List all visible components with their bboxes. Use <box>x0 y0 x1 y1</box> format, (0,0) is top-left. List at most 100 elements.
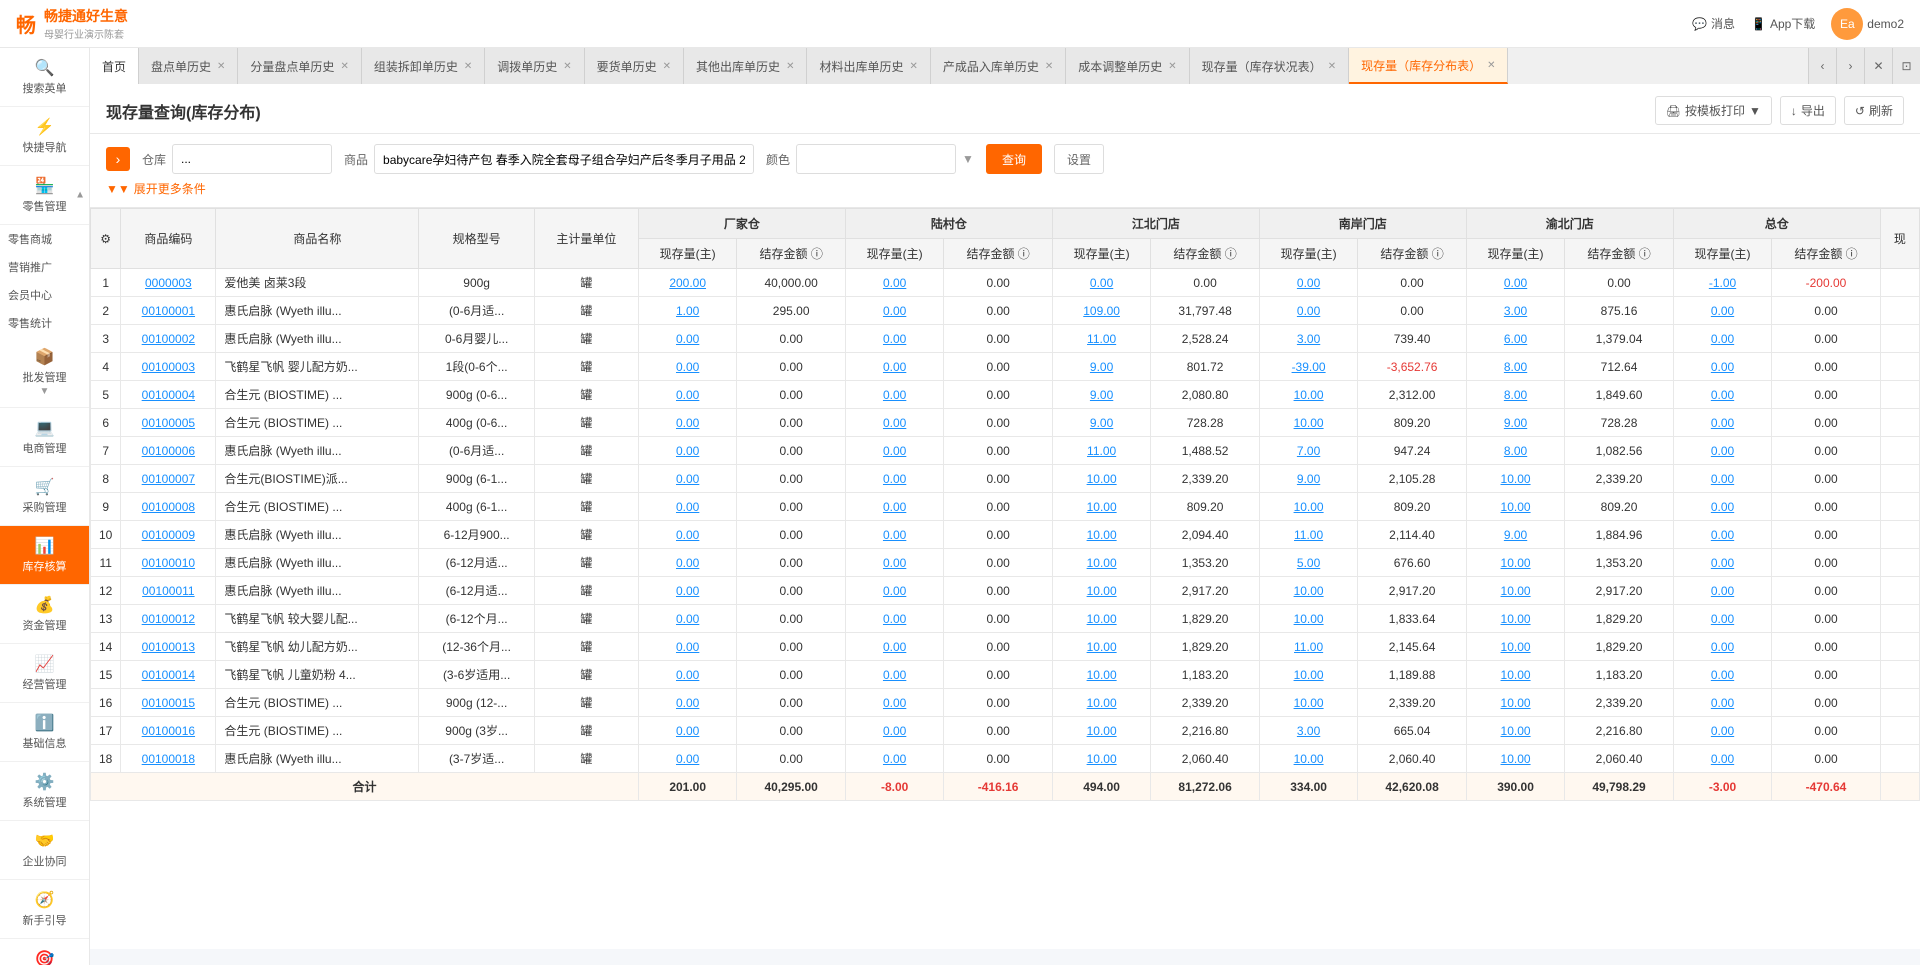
row-code: 00100015 <box>121 689 216 717</box>
row-f-qty: 0.00 <box>638 577 737 605</box>
tab-cost-close[interactable]: ✕ <box>1168 61 1176 72</box>
sidebar-item-collab[interactable]: 🤝 企业协同 <box>0 821 89 880</box>
tab-other-outbound[interactable]: 其他出库单历史 ✕ <box>684 48 807 84</box>
retail-icon: 🏪 <box>4 176 85 196</box>
sidebar-item-marketing[interactable]: 营销推广 <box>0 253 89 281</box>
row-y-amt: 2,339.20 <box>1565 465 1673 493</box>
tab-other-close[interactable]: ✕ <box>786 61 794 72</box>
tab-home[interactable]: 首页 <box>90 48 139 84</box>
tab-finished-close[interactable]: ✕ <box>1045 61 1053 72</box>
sidebar-item-purchase[interactable]: 🛒 采购管理 <box>0 467 89 526</box>
product-input[interactable] <box>374 144 754 174</box>
tab-requisition-close[interactable]: ✕ <box>663 61 671 72</box>
print-btn[interactable]: 🖨 按模板打印 ▼ <box>1655 96 1772 125</box>
col-unit-header: 主计量单位 <box>534 209 638 269</box>
tab-stock-status[interactable]: 现存量（库存状况表） ✕ <box>1190 48 1349 84</box>
sidebar-item-member[interactable]: 会员中心 <box>0 281 89 309</box>
sidebar-item-finance[interactable]: 💰 资金管理 <box>0 585 89 644</box>
refresh-btn[interactable]: ↺ 刷新 <box>1844 96 1904 125</box>
row-n-qty: -39.00 <box>1259 353 1358 381</box>
row-l-qty: 0.00 <box>845 353 944 381</box>
search-toggle-btn[interactable]: › <box>106 147 130 171</box>
row-spec: 1段(0-6个... <box>419 353 535 381</box>
tab-requisition-label: 要货单历史 <box>597 58 657 75</box>
row-spec: 0-6月婴儿... <box>419 325 535 353</box>
row-n-amt: 2,060.40 <box>1358 745 1466 773</box>
tab-partial-close[interactable]: ✕ <box>340 61 348 72</box>
tab-next-btn[interactable]: › <box>1836 48 1864 84</box>
sidebar-item-management[interactable]: 📈 经营管理 <box>0 644 89 703</box>
sidebar-item-retail[interactable]: 🏪 零售管理 ▲ <box>0 166 89 225</box>
tab-requisition[interactable]: 要货单历史 ✕ <box>585 48 684 84</box>
sidebar-item-inventory[interactable]: 📊 库存核算 <box>0 526 89 585</box>
warehouse-input[interactable] <box>172 144 332 174</box>
sidebar-item-apps[interactable]: 🎯 应用中心 <box>0 939 89 965</box>
sum-z-qty: -3.00 <box>1673 773 1772 801</box>
row-l-amt: 0.00 <box>944 297 1052 325</box>
sidebar-item-guide[interactable]: 🧭 新手引导 <box>0 880 89 939</box>
sidebar-item-search[interactable]: 🔍 搜索英单 <box>0 48 89 107</box>
tab-assembly[interactable]: 组装拆卸单历史 ✕ <box>362 48 485 84</box>
expand-row[interactable]: ▼▼ 展开更多条件 <box>106 180 1904 197</box>
tab-material-outbound[interactable]: 材料出库单历史 ✕ <box>807 48 930 84</box>
sidebar-item-nav[interactable]: ⚡ 快捷导航 <box>0 107 89 166</box>
export-btn[interactable]: ↓ 导出 <box>1780 96 1836 125</box>
row-spec: (0-6月适... <box>419 437 535 465</box>
row-extra <box>1880 297 1919 325</box>
tab-transfer[interactable]: 调拨单历史 ✕ <box>485 48 584 84</box>
message-btn[interactable]: 💬 消息 <box>1692 15 1735 32</box>
tab-stock-status-close[interactable]: ✕ <box>1328 61 1336 72</box>
sidebar-item-system[interactable]: ⚙️ 系统管理 <box>0 762 89 821</box>
row-z-qty: 0.00 <box>1673 465 1772 493</box>
sidebar-item-mall[interactable]: 零售商城 <box>0 225 89 253</box>
row-z-amt: 0.00 <box>1772 409 1880 437</box>
finance-icon: 💰 <box>4 595 85 615</box>
tab-cost-adjust[interactable]: 成本调整单历史 ✕ <box>1066 48 1189 84</box>
tab-finished-inbound[interactable]: 产成品入库单历史 ✕ <box>931 48 1066 84</box>
table-container[interactable]: ⚙ 商品编码 商品名称 规格型号 主计量单位 厂家仓 陆村仓 江北门店 南岸门店… <box>90 208 1920 949</box>
row-n-amt: 2,105.28 <box>1358 465 1466 493</box>
settings-btn[interactable]: 设置 <box>1054 144 1104 174</box>
row-y-qty: 10.00 <box>1466 465 1565 493</box>
app-download-btn[interactable]: 📱 App下载 <box>1751 15 1815 32</box>
product-field: 商品 <box>344 144 754 174</box>
row-f-amt: 0.00 <box>737 325 845 353</box>
sidebar-item-basic[interactable]: ℹ️ 基础信息 <box>0 703 89 762</box>
tab-stocktake-close[interactable]: ✕ <box>217 61 225 72</box>
color-dropdown-icon[interactable]: ▼ <box>962 152 974 166</box>
logo-area: 畅 畅捷通好生意 母婴行业演示陈套 <box>16 6 128 41</box>
color-input[interactable] <box>796 144 956 174</box>
sum-y-qty: 390.00 <box>1466 773 1565 801</box>
tab-nav-btns: ‹ › ✕ ⊡ <box>1808 48 1920 84</box>
tab-stock-dist[interactable]: 现存量（库存分布表） ✕ <box>1349 48 1508 84</box>
row-unit: 罐 <box>534 465 638 493</box>
sidebar-item-wholesale[interactable]: 📦 批发管理 ▼ <box>0 337 89 408</box>
row-y-amt: 1,379.04 <box>1565 325 1673 353</box>
sidebar-item-ecommerce[interactable]: 💻 电商管理 <box>0 408 89 467</box>
row-spec: 6-12月900... <box>419 521 535 549</box>
tab-prev-btn[interactable]: ‹ <box>1808 48 1836 84</box>
table-row: 8 00100007 合生元(BIOSTIME)派... 900g (6-1..… <box>91 465 1920 493</box>
row-y-qty: 8.00 <box>1466 353 1565 381</box>
tab-transfer-close[interactable]: ✕ <box>563 61 571 72</box>
row-unit: 罐 <box>534 437 638 465</box>
col-settings[interactable]: ⚙ <box>91 209 121 269</box>
tab-stock-dist-close[interactable]: ✕ <box>1487 60 1495 71</box>
row-name: 惠氏启脉 (Wyeth illu... <box>216 325 419 353</box>
tab-expand-btn[interactable]: ⊡ <box>1892 48 1920 84</box>
chevron-down-icon: ▼ <box>40 386 50 397</box>
col-y-amt: 结存金额 ⓘ <box>1565 239 1673 269</box>
row-y-qty: 10.00 <box>1466 661 1565 689</box>
user-area[interactable]: Ea demo2 <box>1831 8 1904 40</box>
tab-partial-stocktake[interactable]: 分量盘点单历史 ✕ <box>238 48 361 84</box>
username: demo2 <box>1867 17 1904 31</box>
tab-assembly-close[interactable]: ✕ <box>464 61 472 72</box>
tab-close-all-btn[interactable]: ✕ <box>1864 48 1892 84</box>
sidebar-item-retail-stats[interactable]: 零售统计 <box>0 309 89 337</box>
tab-material-close[interactable]: ✕ <box>909 61 917 72</box>
sum-extra <box>1880 773 1919 801</box>
row-n-qty: 10.00 <box>1259 493 1358 521</box>
tab-stocktake[interactable]: 盘点单历史 ✕ <box>139 48 238 84</box>
row-j-amt: 1,183.20 <box>1151 661 1259 689</box>
query-btn[interactable]: 查询 <box>986 144 1042 174</box>
